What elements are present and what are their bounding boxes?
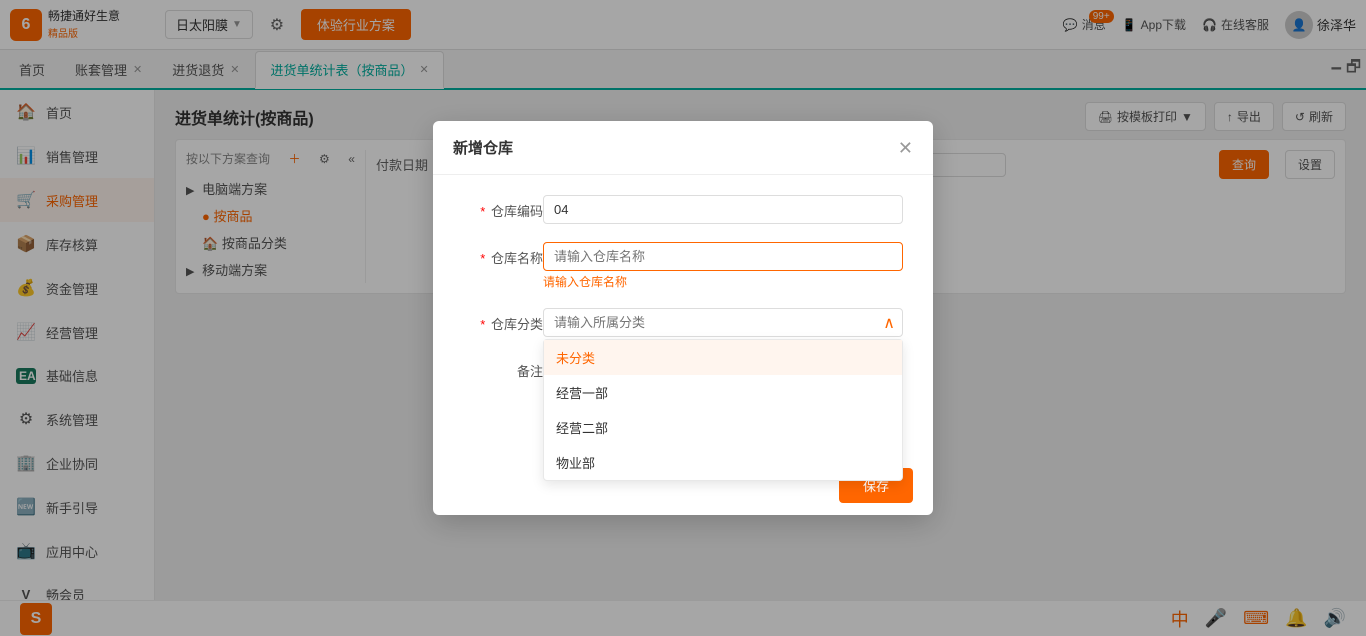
form-row-name: * 仓库名称 请输入仓库名称 [463,242,903,290]
code-input[interactable] [543,195,903,224]
code-label: * 仓库编码 [463,195,543,220]
dropdown-item-none[interactable]: 未分类 [544,340,902,375]
dialog-new-warehouse: 新增仓库 ✕ * 仓库编码 * 仓库名称 [433,121,933,515]
dropdown-item-op2[interactable]: 经营二部 [544,410,902,445]
form-row-category: * 仓库分类 ∧ 未分类 经营一部 经营二部 物业部 [463,308,903,337]
category-dropdown: 未分类 经营一部 经营二部 物业部 [543,339,903,481]
category-control: ∧ 未分类 经营一部 经营二部 物业部 [543,308,903,337]
category-label: * 仓库分类 [463,308,543,333]
dialog-header: 新增仓库 ✕ [433,121,933,175]
category-required-mark: * [480,317,485,332]
modal-overlay: 新增仓库 ✕ * 仓库编码 * 仓库名称 [0,0,1366,636]
name-input[interactable] [543,242,903,271]
form-row-code: * 仓库编码 [463,195,903,224]
dialog-body: * 仓库编码 * 仓库名称 请输入仓库名称 [433,175,933,456]
category-arrow-icon[interactable]: ∧ [883,313,895,333]
dropdown-item-op1[interactable]: 经营一部 [544,375,902,410]
name-required-mark: * [480,251,485,266]
dialog-title: 新增仓库 [453,137,513,158]
dialog-close-btn[interactable]: ✕ [898,139,913,157]
name-control: 请输入仓库名称 [543,242,903,290]
category-select-wrap: ∧ [543,308,903,337]
name-error-tip: 请输入仓库名称 [543,273,903,290]
dropdown-item-op3[interactable]: 物业部 [544,445,902,480]
code-required-mark: * [480,204,485,219]
code-control [543,195,903,224]
name-label: * 仓库名称 [463,242,543,267]
remark-label: 备注 [463,355,543,380]
category-input[interactable] [543,308,903,337]
